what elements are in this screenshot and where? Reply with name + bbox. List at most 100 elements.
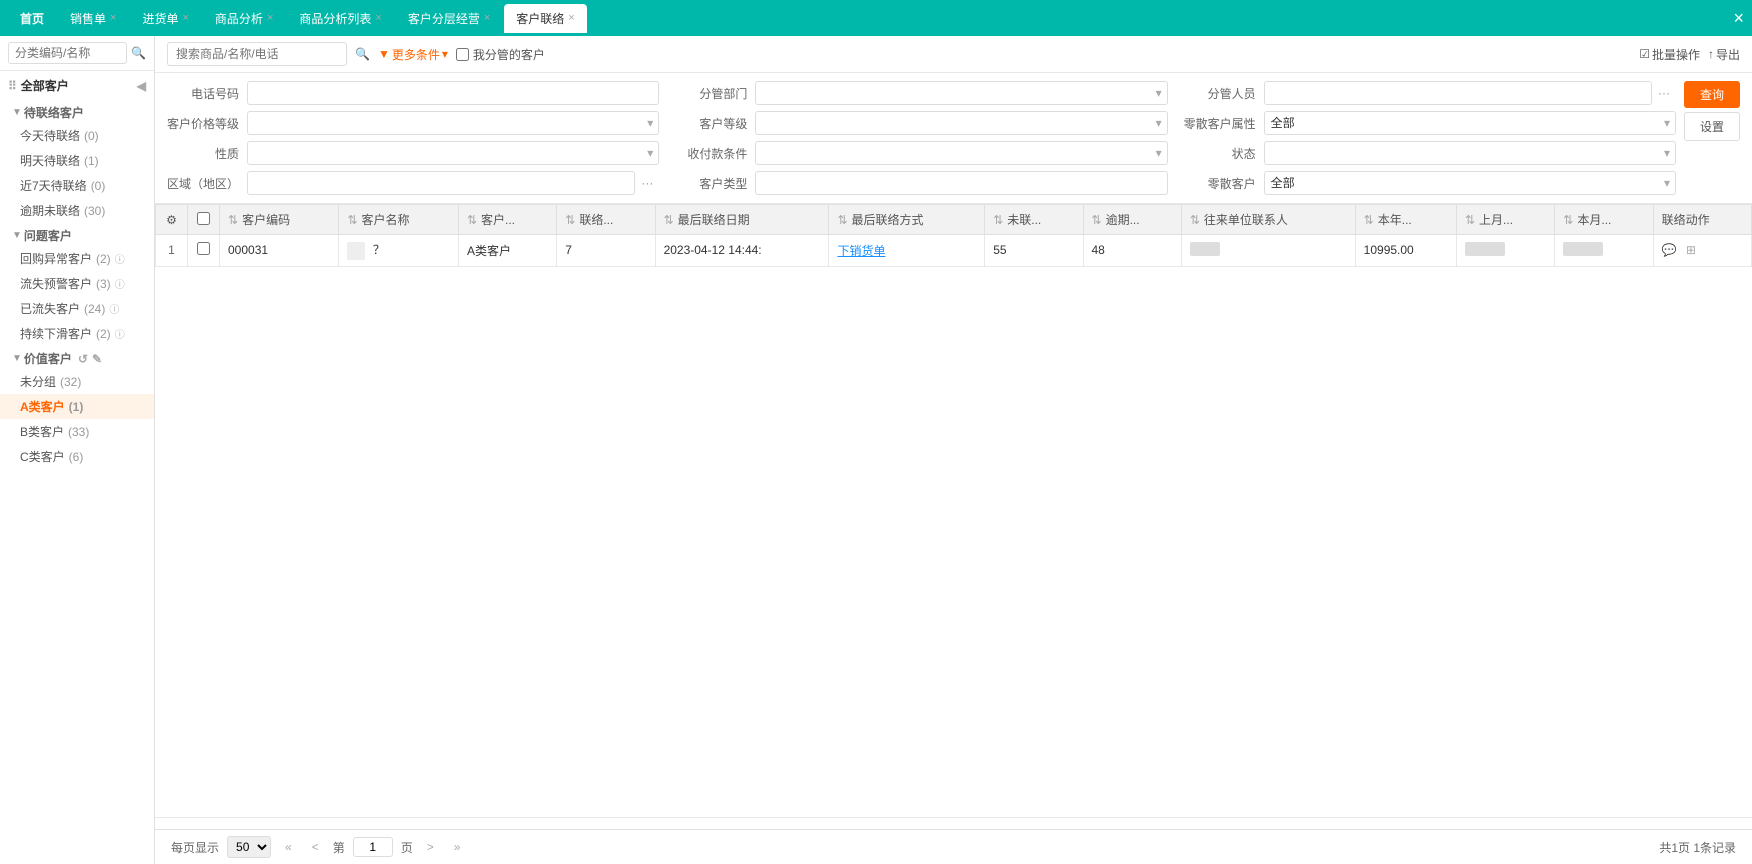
query-button[interactable]: 查询 [1684, 81, 1740, 108]
sidebar-item-overdue-contact[interactable]: 逾期未联络 (30) [0, 198, 154, 223]
td-checkbox[interactable] [188, 235, 220, 267]
setting-button[interactable]: 设置 [1684, 112, 1740, 141]
sidebar-item-churned[interactable]: 已流失客户 (24) ⓘ [0, 296, 154, 321]
filter-dept-select-wrap: ▾ [755, 81, 1167, 105]
overdue-contact-label: 逾期未联络 [20, 202, 80, 219]
row-checkbox[interactable] [197, 242, 210, 255]
filter-person: 分管人员 ··· [1184, 81, 1676, 105]
tab-sales[interactable]: 销售单 × [58, 4, 128, 33]
tab-customer-tier[interactable]: 客户分层经营 × [396, 4, 502, 33]
sidebar-item-declining[interactable]: 持续下滑客户 (2) ⓘ [0, 321, 154, 346]
filter-person-input[interactable] [1264, 81, 1652, 105]
action-chat-icon[interactable]: 💬 [1662, 243, 1677, 257]
batch-operation-button[interactable]: ☑ 批量操作 [1639, 46, 1700, 63]
name-sort-icon[interactable]: ⇅ [347, 213, 357, 227]
tab-customer-tier-close[interactable]: × [484, 12, 490, 24]
filter-status-select-wrap: ▾ [1264, 141, 1676, 165]
declining-info-icon[interactable]: ⓘ [115, 326, 125, 341]
action-qr-icon[interactable]: ⊞ [1686, 243, 1696, 257]
filter-payment-select[interactable] [755, 141, 1167, 165]
sidebar-search-input[interactable] [8, 42, 127, 64]
sidebar-item-unclassified[interactable]: 未分组 (32) [0, 369, 154, 394]
page-input[interactable] [353, 837, 393, 857]
filter-region-ellipsis[interactable]: ··· [635, 176, 659, 190]
churned-info-icon[interactable]: ⓘ [109, 301, 119, 316]
tab-customer-contact-close[interactable]: × [568, 12, 574, 24]
next-next-button[interactable]: » [448, 838, 467, 856]
sidebar-collapse-icon[interactable]: ◀ [137, 79, 146, 93]
sidebar-group-pending[interactable]: ▼ 待联络客户 [0, 100, 154, 123]
tab-customer-contact[interactable]: 客户联络 × [504, 4, 586, 33]
tab-product-analysis-close[interactable]: × [267, 12, 273, 24]
value-edit-icon[interactable]: ✎ [92, 352, 102, 366]
type-sort-icon[interactable]: ⇅ [467, 213, 477, 227]
tab-home[interactable]: 首页 [8, 4, 56, 33]
repurchase-abnormal-label: 回购异常客户 [20, 250, 92, 267]
churn-warning-label: 流失预警客户 [20, 275, 92, 292]
tab-sales-close[interactable]: × [110, 12, 116, 24]
filter-my-customers[interactable]: 我分管的客户 [456, 46, 545, 63]
lastmonth-sort-icon[interactable]: ⇅ [1465, 213, 1475, 227]
per-page-select[interactable]: 50 [227, 836, 271, 858]
filter-status-select[interactable] [1264, 141, 1676, 165]
filter-search-input[interactable] [167, 42, 347, 66]
filter-search-button[interactable]: 🔍 [355, 47, 370, 61]
sidebar-group-problem[interactable]: ▼ 问题客户 [0, 223, 154, 246]
filter-nature-select[interactable] [247, 141, 659, 165]
uncontact-sort-icon[interactable]: ⇅ [993, 213, 1003, 227]
prev-button[interactable]: < [306, 838, 325, 856]
close-all-tabs[interactable]: × [1733, 8, 1744, 29]
td-last-way[interactable]: 下销货单 [829, 235, 985, 267]
sidebar-group-value[interactable]: ▼ 价值客户 ↺ ✎ [0, 346, 154, 369]
filter-price-select[interactable] [247, 111, 659, 135]
filter-phone-input[interactable] [247, 81, 659, 105]
filter-scattered-select[interactable]: 全部 [1264, 171, 1676, 195]
data-table-wrap: ⚙ ⇅客户编码 ⇅客户名称 ⇅客户... ⇅联络... ⇅最后联络日期 ⇅最后联… [155, 204, 1752, 817]
repurchase-info-icon[interactable]: ⓘ [115, 251, 125, 266]
contact-sort-icon[interactable]: ⇅ [565, 213, 575, 227]
select-all-checkbox[interactable] [197, 212, 210, 225]
sidebar-item-class-b[interactable]: B类客户 (33) [0, 419, 154, 444]
overdue-sort-icon[interactable]: ⇅ [1092, 213, 1102, 227]
tab-product-analysis[interactable]: 商品分析 × [203, 4, 285, 33]
filter-more-conditions[interactable]: ▼ 更多条件 ▾ [378, 46, 448, 63]
horizontal-scrollbar[interactable] [155, 817, 1752, 829]
next-button[interactable]: > [421, 838, 440, 856]
tab-purchase-close[interactable]: × [182, 12, 188, 24]
filter-region-input[interactable] [247, 171, 635, 195]
filter-payment: 收付款条件 ▾ [675, 141, 1167, 165]
thisyear-sort-icon[interactable]: ⇅ [1364, 213, 1374, 227]
filter-clevel-select[interactable] [755, 111, 1167, 135]
td-rownum: 1 [156, 235, 188, 267]
my-customers-checkbox[interactable] [456, 48, 469, 61]
th-code: ⇅客户编码 [220, 205, 339, 235]
sidebar-item-class-c[interactable]: C类客户 (6) [0, 444, 154, 469]
lastway-sort-icon[interactable]: ⇅ [837, 213, 847, 227]
related-sort-icon[interactable]: ⇅ [1190, 213, 1200, 227]
tab-purchase[interactable]: 进货单 × [130, 4, 200, 33]
th-settings[interactable]: ⚙ [156, 205, 188, 235]
filter-region: 区域（地区） ··· [167, 171, 659, 195]
sidebar-search-icon[interactable]: 🔍 [131, 46, 146, 60]
sidebar-item-class-a[interactable]: A类客户 (1) [0, 394, 154, 419]
sidebar-item-today-pending[interactable]: 今天待联络 (0) [0, 123, 154, 148]
export-button[interactable]: ↑ 导出 [1708, 46, 1740, 63]
tab-product-list-close[interactable]: × [375, 12, 381, 24]
sidebar-item-churn-warning[interactable]: 流失预警客户 (3) ⓘ [0, 271, 154, 296]
th-checkbox[interactable] [188, 205, 220, 235]
churn-warning-info-icon[interactable]: ⓘ [115, 276, 125, 291]
tab-product-list[interactable]: 商品分析列表 × [287, 4, 393, 33]
code-sort-icon[interactable]: ⇅ [228, 213, 238, 227]
value-refresh-icon[interactable]: ↺ [78, 352, 88, 366]
sidebar-all-customers[interactable]: ⠿ 全部客户 ◀ [0, 71, 154, 100]
filter-dept-select[interactable] [755, 81, 1167, 105]
thismonth-sort-icon[interactable]: ⇅ [1563, 213, 1573, 227]
prev-prev-button[interactable]: « [279, 838, 298, 856]
filter-ctype-input[interactable] [755, 171, 1167, 195]
sidebar-item-7day-pending[interactable]: 近7天待联络 (0) [0, 173, 154, 198]
sidebar-item-tomorrow-pending[interactable]: 明天待联络 (1) [0, 148, 154, 173]
lastdate-sort-icon[interactable]: ⇅ [664, 213, 674, 227]
filter-person-ellipsis[interactable]: ··· [1652, 86, 1676, 100]
filter-sattr-select[interactable]: 全部 [1264, 111, 1676, 135]
sidebar-item-repurchase-abnormal[interactable]: 回购异常客户 (2) ⓘ [0, 246, 154, 271]
